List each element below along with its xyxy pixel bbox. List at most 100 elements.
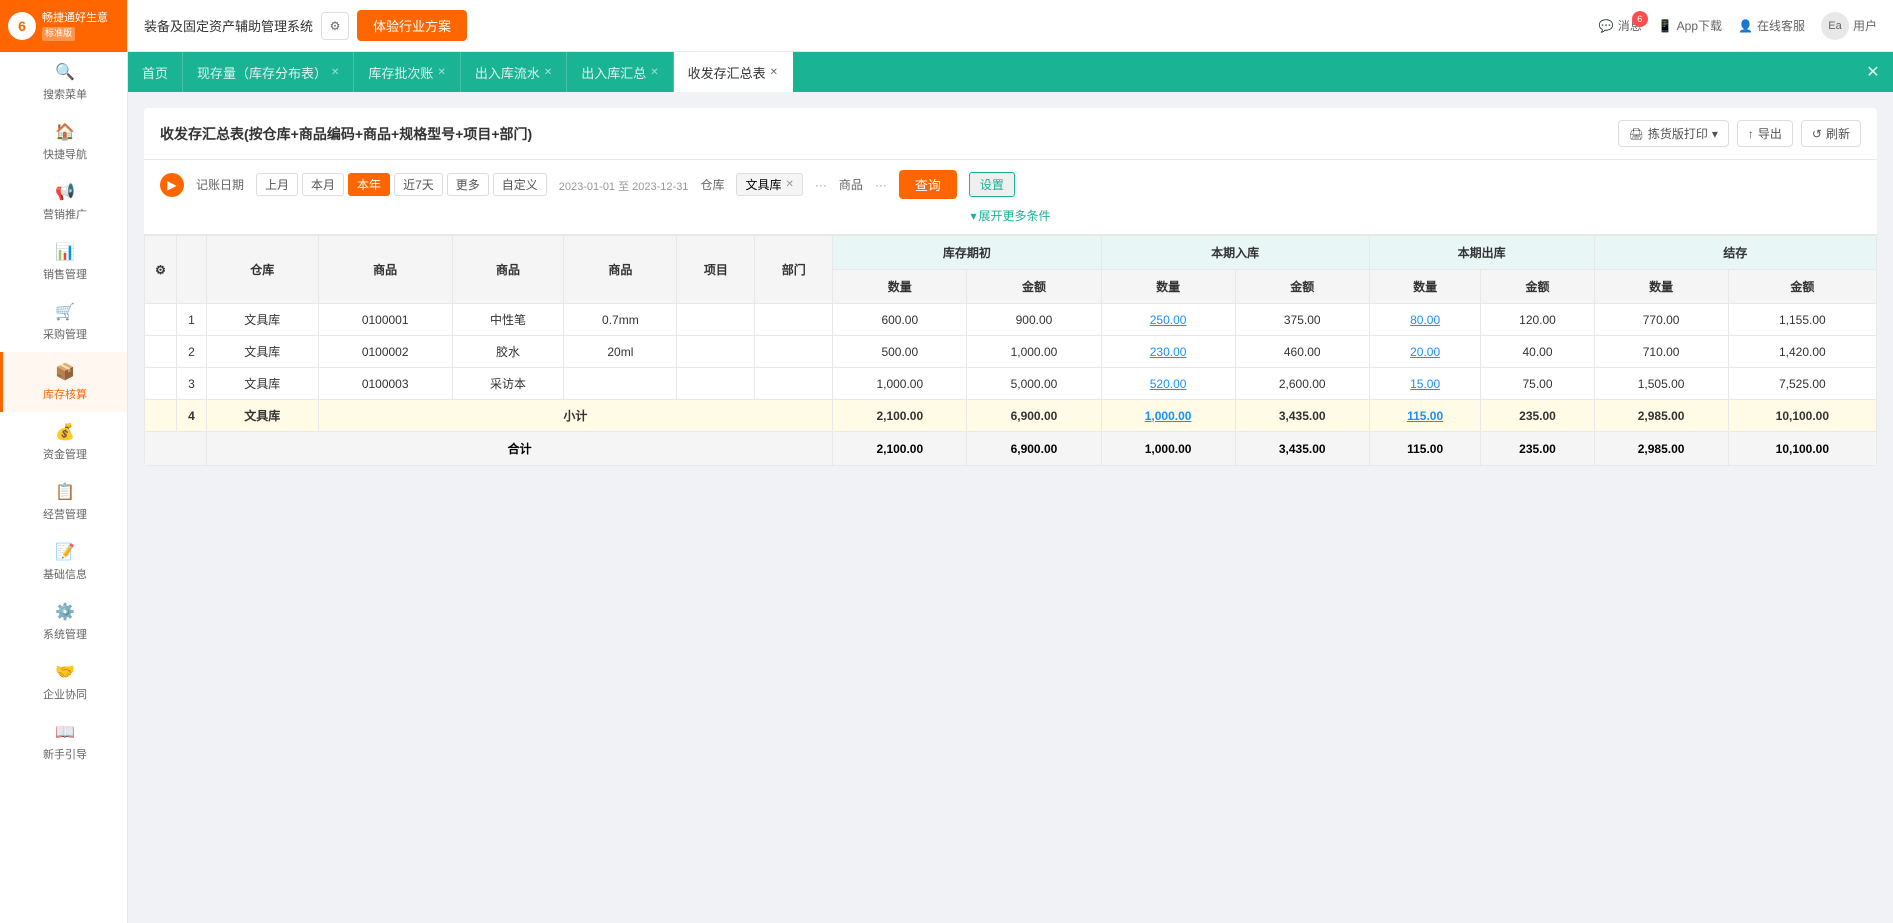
- tab-close-inout-flow[interactable]: ✕: [544, 67, 552, 78]
- tab-bar-close-button[interactable]: ✕: [1853, 52, 1893, 92]
- row2-code: 0100002: [318, 336, 452, 368]
- app-icon: 📱: [1658, 19, 1673, 33]
- tab-inout-summary[interactable]: 出入库汇总 ✕: [567, 52, 673, 92]
- sidebar-item-system[interactable]: ⚙️ 系统管理: [0, 592, 127, 652]
- filter-setting-button[interactable]: 设置: [969, 172, 1015, 197]
- sidebar-item-sales[interactable]: 📊 销售管理: [0, 232, 127, 292]
- data-table: ⚙ 仓库 商品 商品 商品 项目 部门 库存期初 本期入库 本期出库 结存: [144, 235, 1877, 466]
- date-btn-this-year[interactable]: 本年: [348, 173, 390, 196]
- row2-out-qty[interactable]: 20.00: [1369, 336, 1481, 368]
- service-icon: 👤: [1738, 19, 1753, 33]
- warehouse-more[interactable]: ···: [815, 178, 827, 192]
- search-icon: 🔍: [55, 62, 75, 82]
- expand-icon: ▾: [970, 209, 976, 223]
- col-settings[interactable]: ⚙: [145, 236, 177, 304]
- sidebar-item-purchase[interactable]: 🛒 采购管理: [0, 292, 127, 352]
- sidebar-logo: 6 畅捷通好生意 标准版: [0, 0, 127, 52]
- goods-more[interactable]: ···: [875, 178, 887, 192]
- total-out-qty: 115.00: [1369, 432, 1481, 466]
- tab-recv-send[interactable]: 收发存汇总表 ✕: [674, 52, 793, 92]
- col-out-group: 本期出库: [1369, 236, 1594, 270]
- row1-name: 中性笔: [452, 304, 564, 336]
- row3-dept: [755, 368, 833, 400]
- row3-name: 采访本: [452, 368, 564, 400]
- settings-gear-button[interactable]: ⚙: [321, 12, 349, 40]
- subtotal-opening-qty: 2,100.00: [833, 400, 967, 432]
- sidebar-item-quick-nav[interactable]: 🏠 快捷导航: [0, 112, 127, 172]
- subtotal-opening-amt: 6,900.00: [967, 400, 1101, 432]
- tab-close-stock-dist[interactable]: ✕: [331, 67, 339, 78]
- system-name: 装备及固定资产辅助管理系统: [144, 16, 313, 35]
- col-goods-name: 商品: [452, 236, 564, 304]
- query-button[interactable]: 查询: [899, 170, 957, 199]
- date-btn-more[interactable]: 更多: [447, 173, 489, 196]
- total-balance-amt: 10,100.00: [1728, 432, 1876, 466]
- col-in-qty: 数量: [1101, 270, 1235, 304]
- subtotal-out-qty[interactable]: 115.00: [1369, 400, 1481, 432]
- tab-close-recv-send[interactable]: ✕: [770, 67, 778, 78]
- row1-in-qty[interactable]: 250.00: [1101, 304, 1235, 336]
- tab-inout-flow[interactable]: 出入库流水 ✕: [461, 52, 567, 92]
- col-balance-group: 结存: [1594, 236, 1876, 270]
- date-label: 记账日期: [196, 176, 244, 193]
- main-area: 装备及固定资产辅助管理系统 ⚙ 体验行业方案 💬 消息 6 📱 App下载 👤 …: [128, 0, 1893, 923]
- online-service-action[interactable]: 👤 在线客服: [1738, 17, 1805, 34]
- date-btn-this-month[interactable]: 本月: [302, 173, 344, 196]
- export-button[interactable]: ↑ 导出: [1737, 120, 1793, 147]
- row2-num: 2: [177, 336, 207, 368]
- row1-balance-amt: 1,155.00: [1728, 304, 1876, 336]
- date-btn-7days[interactable]: 近7天: [394, 173, 443, 196]
- row2-in-qty[interactable]: 230.00: [1101, 336, 1235, 368]
- tab-home[interactable]: 首页: [128, 52, 183, 92]
- warehouse-tag-close[interactable]: ✕: [785, 179, 793, 190]
- row1-settings: [145, 304, 177, 336]
- filter-toggle-button[interactable]: ▶: [160, 173, 184, 197]
- row3-in-qty[interactable]: 520.00: [1101, 368, 1235, 400]
- tab-stock-dist[interactable]: 现存量（库存分布表） ✕: [183, 52, 354, 92]
- row3-in-amt: 2,600.00: [1235, 368, 1369, 400]
- row2-in-amt: 460.00: [1235, 336, 1369, 368]
- tab-batch[interactable]: 库存批次账 ✕: [354, 52, 460, 92]
- sidebar-item-search[interactable]: 🔍 搜索菜单: [0, 52, 127, 112]
- date-btn-custom[interactable]: 自定义: [493, 173, 547, 196]
- row1-opening-amt: 900.00: [967, 304, 1101, 336]
- print-button[interactable]: 🖨 拣货版打印 ▾: [1618, 120, 1729, 147]
- row1-warehouse: 文具库: [207, 304, 319, 336]
- trial-button[interactable]: 体验行业方案: [357, 10, 467, 41]
- sidebar-item-inventory[interactable]: 📦 库存核算: [0, 352, 127, 412]
- col-opening-group: 库存期初: [833, 236, 1101, 270]
- row3-num: 3: [177, 368, 207, 400]
- row2-spec: 20ml: [564, 336, 677, 368]
- sidebar-item-marketing[interactable]: 📢 营销推广: [0, 172, 127, 232]
- tab-close-inout-summary[interactable]: ✕: [650, 67, 658, 78]
- col-project: 项目: [677, 236, 755, 304]
- date-btn-last-month[interactable]: 上月: [256, 173, 298, 196]
- refresh-button[interactable]: ↺ 刷新: [1801, 120, 1861, 147]
- total-balance-qty: 2,985.00: [1594, 432, 1728, 466]
- row1-out-qty[interactable]: 80.00: [1369, 304, 1481, 336]
- row1-dept: [755, 304, 833, 336]
- row3-opening-amt: 5,000.00: [967, 368, 1101, 400]
- col-goods-spec: 商品: [564, 236, 677, 304]
- total-in-amt: 3,435.00: [1235, 432, 1369, 466]
- sidebar-item-guide[interactable]: 📖 新手引导: [0, 712, 127, 772]
- row3-out-qty[interactable]: 15.00: [1369, 368, 1481, 400]
- sales-icon: 📊: [55, 242, 75, 262]
- sidebar-item-finance[interactable]: 💰 资金管理: [0, 412, 127, 472]
- sidebar-item-cooperation[interactable]: 🤝 企业协同: [0, 652, 127, 712]
- sidebar-nav: 🔍 搜索菜单 🏠 快捷导航 📢 营销推广 📊 销售管理 🛒 采购管理 📦: [0, 52, 127, 923]
- sidebar-item-basic[interactable]: 📝 基础信息: [0, 532, 127, 592]
- row2-name: 胶水: [452, 336, 564, 368]
- row1-num: 1: [177, 304, 207, 336]
- subtotal-in-qty[interactable]: 1,000.00: [1101, 400, 1235, 432]
- col-in-group: 本期入库: [1101, 236, 1369, 270]
- tab-close-batch[interactable]: ✕: [437, 67, 445, 78]
- message-action[interactable]: 💬 消息 6: [1599, 17, 1642, 34]
- sidebar-item-operation[interactable]: 📋 经营管理: [0, 472, 127, 532]
- expand-conditions-button[interactable]: ▾ 展开更多条件: [970, 207, 1050, 224]
- user-action[interactable]: Ea 用户: [1821, 12, 1877, 40]
- row1-out-amt: 120.00: [1481, 304, 1594, 336]
- app-download-action[interactable]: 📱 App下载: [1658, 17, 1722, 34]
- row2-out-amt: 40.00: [1481, 336, 1594, 368]
- row2-opening-qty: 500.00: [833, 336, 967, 368]
